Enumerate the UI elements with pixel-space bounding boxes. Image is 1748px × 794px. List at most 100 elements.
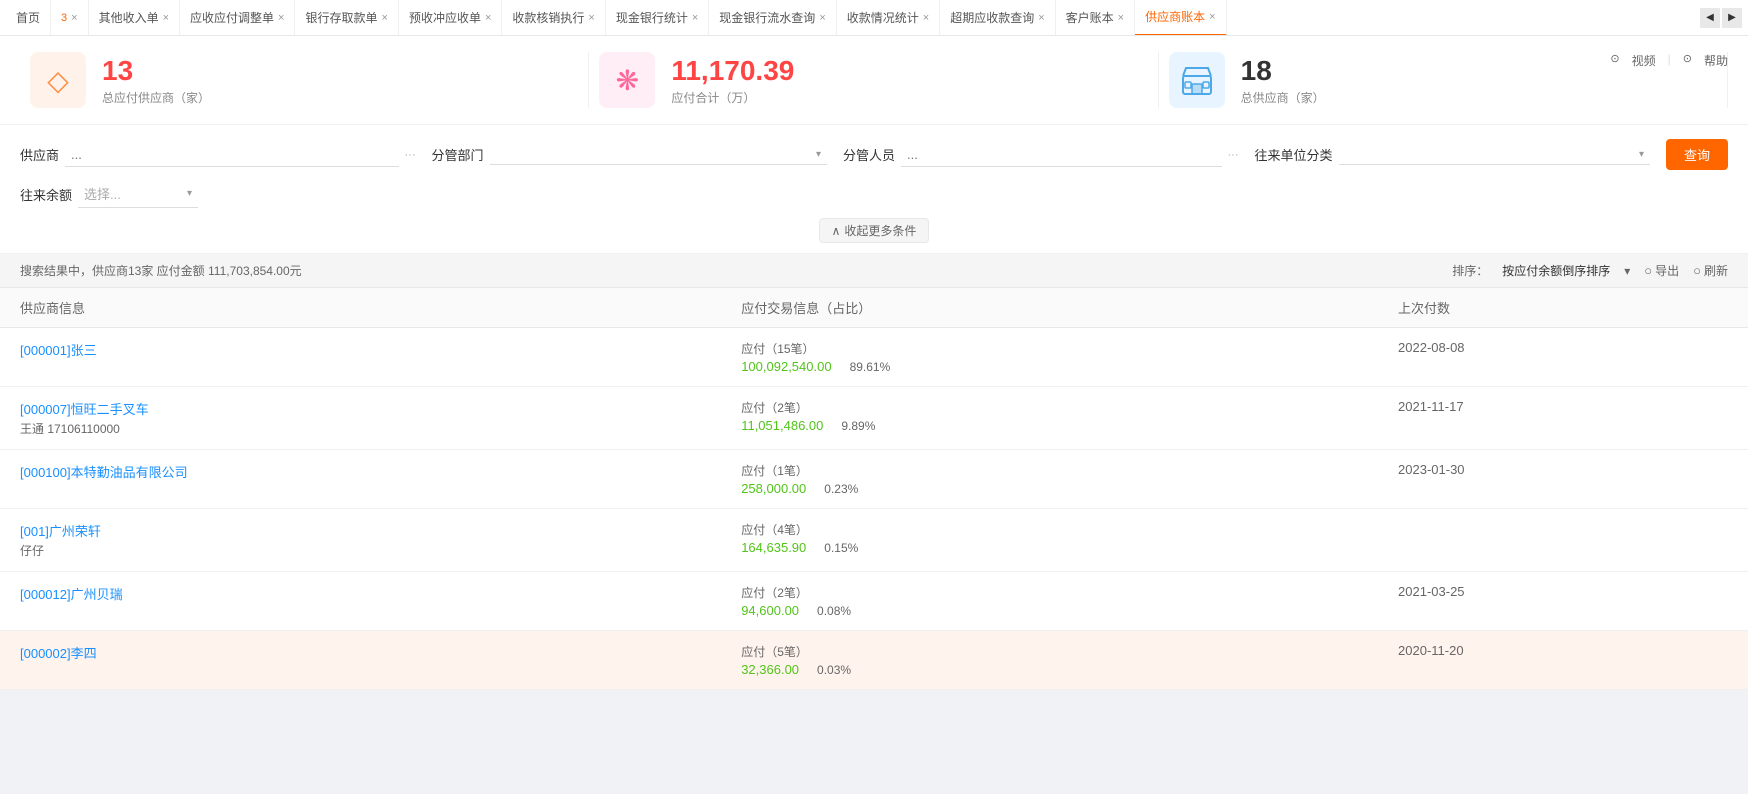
amount-link[interactable]: 11,051,486.00 xyxy=(741,418,823,433)
percent-text: 0.23% xyxy=(824,482,858,496)
close-icon[interactable]: × xyxy=(1209,11,1215,23)
payable-suppliers-number: 13 xyxy=(102,54,210,88)
nav-next-arrow[interactable]: ▶ xyxy=(1722,8,1742,28)
collapse-button[interactable]: ∧ 收起更多条件 xyxy=(819,218,930,243)
filter-row-2: 往来余额 选择... ▾ xyxy=(20,180,1728,208)
close-icon[interactable]: × xyxy=(923,12,929,24)
tx-info-cell: 应付（15笔）100,092,540.0089.61% xyxy=(721,328,1378,387)
amount-link[interactable]: 164,635.90 xyxy=(741,540,806,555)
collapse-area: ∧ 收起更多条件 xyxy=(20,218,1728,243)
result-text: 搜索结果中，供应商13家 应付金额 111,703,854.00元 xyxy=(20,262,302,279)
nav-prev-arrow[interactable]: ◀ xyxy=(1700,8,1720,28)
last-payment-cell: 2021-11-17 xyxy=(1378,387,1748,450)
tx-info-cell: 应付（2笔）11,051,486.009.89% xyxy=(721,387,1378,450)
supplier-sub-info: 王通 17106110000 xyxy=(20,420,701,437)
filter-supplier: 供应商 ··· xyxy=(20,143,416,167)
collapse-icon: ∧ xyxy=(832,224,841,238)
table-row: [000007]恒旺二手叉车王通 17106110000 应付（2笔） 11,051… xyxy=(0,387,1748,450)
supplier-link[interactable]: [000100]本特勤油品有限公司 xyxy=(20,465,188,480)
tx-label: 应付（2笔） xyxy=(741,401,808,415)
close-icon[interactable]: × xyxy=(71,12,77,24)
nav-tab-prepay[interactable]: 预收冲应收单 × xyxy=(399,0,502,36)
close-icon[interactable]: × xyxy=(382,12,388,24)
nav-tab-overdue[interactable]: 超期应收款查询 × xyxy=(940,0,1055,36)
search-button[interactable]: 查询 xyxy=(1666,139,1728,170)
table-row: [000012]广州贝瑞应付（2笔）94,600.000.08%2021-03-… xyxy=(0,572,1748,631)
balance-chevron-icon: ▾ xyxy=(187,188,192,199)
amount-link[interactable]: 100,092,540.00 xyxy=(741,359,831,374)
close-icon[interactable]: × xyxy=(163,12,169,24)
tx-label: 应付（1笔） xyxy=(741,464,808,478)
dept-select[interactable]: ▾ xyxy=(490,145,827,165)
last-payment-cell xyxy=(1378,509,1748,572)
amount-link[interactable]: 258,000.00 xyxy=(741,481,806,496)
last-payment-cell: 2021-03-25 xyxy=(1378,572,1748,631)
nav-tab-3[interactable]: 3 × xyxy=(51,0,89,36)
last-payment-cell: 2020-11-20 xyxy=(1378,631,1748,690)
divider: | xyxy=(1668,52,1671,69)
export-button[interactable]: ○ 导出 xyxy=(1644,262,1679,279)
supplier-link[interactable]: [001]广州荣轩 xyxy=(20,524,101,539)
close-icon[interactable]: × xyxy=(819,12,825,24)
close-icon[interactable]: × xyxy=(1118,12,1124,24)
last-payment-date: 2021-03-25 xyxy=(1398,584,1465,599)
video-link[interactable]: 视频 xyxy=(1632,52,1656,69)
top-actions: ⊙ 视频 | ⊙ 帮助 xyxy=(1610,52,1728,69)
sort-value[interactable]: 按应付余额倒序排序 xyxy=(1502,262,1610,279)
filter-area: 供应商 ··· 分管部门 ▾ 分管人员 ··· 往来单位分类 ▾ 查询 xyxy=(0,125,1748,254)
last-payment-date: 2020-11-20 xyxy=(1398,643,1464,658)
last-payment-cell: 2022-08-08 xyxy=(1378,328,1748,387)
supplier-info-cell: [000002]李四 xyxy=(0,631,721,690)
balance-select[interactable]: 选择... ▾ xyxy=(78,180,198,208)
result-bar: 搜索结果中，供应商13家 应付金额 111,703,854.00元 排序： 按应… xyxy=(0,254,1748,288)
refresh-button[interactable]: ○ 刷新 xyxy=(1693,262,1728,279)
video-icon: ⊙ xyxy=(1610,52,1619,69)
person-input[interactable] xyxy=(901,143,1221,167)
tx-info-cell: 应付（2笔）94,600.000.08% xyxy=(721,572,1378,631)
sort-chevron-icon: ▾ xyxy=(1624,264,1630,278)
close-icon[interactable]: × xyxy=(1038,12,1044,24)
supplier-link[interactable]: [000002]李四 xyxy=(20,646,97,661)
supplier-input[interactable] xyxy=(65,143,398,167)
supplier-label: 供应商 xyxy=(20,145,59,164)
close-icon[interactable]: × xyxy=(588,12,594,24)
nav-tab-collection[interactable]: 收款核销执行 × xyxy=(502,0,605,36)
category-select[interactable]: ▾ xyxy=(1339,145,1650,165)
close-icon[interactable]: × xyxy=(278,12,284,24)
dept-chevron-icon: ▾ xyxy=(816,149,821,160)
payable-total-label: 应付合计（万） xyxy=(671,89,794,106)
filter-person: 分管人员 ··· xyxy=(843,143,1239,167)
card-content-payable: 13 总应付供应商（家） xyxy=(102,54,210,107)
tx-info-cell: 应付（1笔） 258,000.00 0.23% xyxy=(721,450,1378,509)
tx-label: 应付（2笔） xyxy=(741,586,808,600)
nav-tab-bank[interactable]: 银行存取款单 × xyxy=(295,0,398,36)
close-icon[interactable]: × xyxy=(692,12,698,24)
filter-row-1: 供应商 ··· 分管部门 ▾ 分管人员 ··· 往来单位分类 ▾ 查询 xyxy=(20,139,1728,170)
supplier-info-cell: [000100]本特勤油品有限公司 xyxy=(0,450,721,509)
nav-tab-other-income[interactable]: 其他收入单 × xyxy=(89,0,180,36)
help-link[interactable]: 帮助 xyxy=(1704,52,1728,69)
nav-tab-supplier[interactable]: 供应商账本 × xyxy=(1135,0,1226,36)
last-payment-cell: 2023-01-30 xyxy=(1378,450,1748,509)
sort-label: 排序： xyxy=(1452,262,1488,279)
col-tx-info: 应付交易信息（占比） xyxy=(721,288,1378,328)
supplier-table-container: 供应商信息 应付交易信息（占比） 上次付数 [000001]张三应付（15笔）1… xyxy=(0,288,1748,690)
amount-link[interactable]: 94,600.00 xyxy=(741,603,799,618)
supplier-link[interactable]: [000007]恒旺二手叉车 xyxy=(20,402,149,417)
card-icon-payable: ◇ xyxy=(30,52,86,108)
amount-link[interactable]: 32,366.00 xyxy=(741,662,799,677)
nav-tab-receipt-stat[interactable]: 收款情况统计 × xyxy=(837,0,940,36)
nav-tab-home[interactable]: 首页 xyxy=(6,0,51,36)
nav-tab-cash-stat[interactable]: 现金银行统计 × xyxy=(606,0,709,36)
supplier-info-cell: [000007]恒旺二手叉车王通 17106110000 xyxy=(0,387,721,450)
nav-arrows: ◀ ▶ xyxy=(1700,8,1742,28)
tx-label: 应付（4笔） xyxy=(741,523,808,537)
table-row: [001]广州荣轩仔仔应付（4笔）164,635.900.15% xyxy=(0,509,1748,572)
nav-tab-adjust[interactable]: 应收应付调整单 × xyxy=(180,0,295,36)
supplier-link[interactable]: [000001]张三 xyxy=(20,343,97,358)
nav-tab-customer[interactable]: 客户账本 × xyxy=(1056,0,1135,36)
close-icon[interactable]: × xyxy=(485,12,491,24)
supplier-link[interactable]: [000012]广州贝瑞 xyxy=(20,587,123,602)
tx-info-cell: 应付（4笔）164,635.900.15% xyxy=(721,509,1378,572)
nav-tab-cash-flow[interactable]: 现金银行流水查询 × xyxy=(709,0,836,36)
